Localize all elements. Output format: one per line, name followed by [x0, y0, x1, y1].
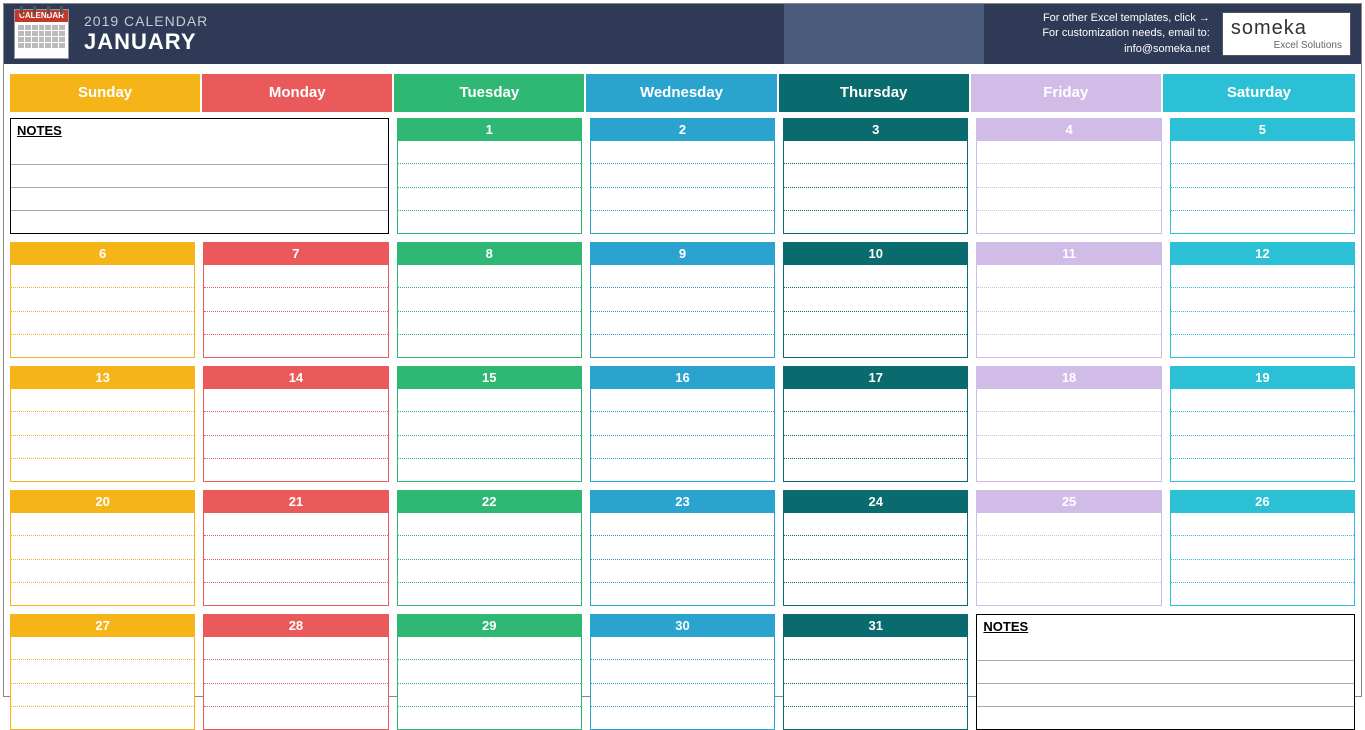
day-number: 5	[1171, 119, 1354, 141]
calendar-grid: NOTES12345678910111213141516171819202122…	[10, 118, 1355, 730]
header-titles: 2019 CALENDAR JANUARY	[84, 13, 208, 55]
day-number: 1	[398, 119, 581, 141]
calendar-month: JANUARY	[84, 29, 208, 55]
day-cell-13[interactable]: 13	[10, 366, 195, 482]
day-number: 20	[11, 491, 194, 513]
weekday-sunday: Sunday	[10, 74, 202, 112]
day-cell-22[interactable]: 22	[397, 490, 582, 606]
day-cell-7[interactable]: 7	[203, 242, 388, 358]
day-cell-30[interactable]: 30	[590, 614, 775, 730]
day-cell-12[interactable]: 12	[1170, 242, 1355, 358]
day-cell-11[interactable]: 11	[976, 242, 1161, 358]
day-number: 10	[784, 243, 967, 265]
logo-subtext: Excel Solutions	[1231, 40, 1342, 51]
day-number: 28	[204, 615, 387, 637]
header-accent	[784, 4, 984, 64]
day-cell-28[interactable]: 28	[203, 614, 388, 730]
weekday-wednesday: Wednesday	[586, 74, 778, 112]
weekday-tuesday: Tuesday	[394, 74, 586, 112]
day-cell-6[interactable]: 6	[10, 242, 195, 358]
day-number: 11	[977, 243, 1160, 265]
day-number: 13	[11, 367, 194, 389]
day-number: 12	[1171, 243, 1354, 265]
day-cell-27[interactable]: 27	[10, 614, 195, 730]
day-number: 15	[398, 367, 581, 389]
day-cell-5[interactable]: 5	[1170, 118, 1355, 234]
day-number: 21	[204, 491, 387, 513]
someka-logo[interactable]: someka Excel Solutions	[1222, 12, 1351, 56]
day-number: 8	[398, 243, 581, 265]
info-templates-link[interactable]: For other Excel templates, click →	[994, 11, 1210, 26]
day-cell-19[interactable]: 19	[1170, 366, 1355, 482]
day-number: 17	[784, 367, 967, 389]
day-number: 6	[11, 243, 194, 265]
day-cell-14[interactable]: 14	[203, 366, 388, 482]
day-number: 24	[784, 491, 967, 513]
day-cell-10[interactable]: 10	[783, 242, 968, 358]
day-number: 3	[784, 119, 967, 141]
header-left: CALENDAR 2019 CALENDAR JANUARY	[4, 4, 784, 64]
day-number: 29	[398, 615, 581, 637]
day-cell-21[interactable]: 21	[203, 490, 388, 606]
day-cell-29[interactable]: 29	[397, 614, 582, 730]
weekday-thursday: Thursday	[779, 74, 971, 112]
day-cell-16[interactable]: 16	[590, 366, 775, 482]
calendar-icon: CALENDAR	[14, 9, 69, 59]
day-number: 4	[977, 119, 1160, 141]
day-number: 22	[398, 491, 581, 513]
day-cell-2[interactable]: 2	[590, 118, 775, 234]
day-number: 25	[977, 491, 1160, 513]
day-cell-31[interactable]: 31	[783, 614, 968, 730]
header-bar: CALENDAR 2019 CALENDAR JANUARY For other…	[4, 4, 1361, 64]
day-number: 26	[1171, 491, 1354, 513]
header-right: For other Excel templates, click → For c…	[984, 4, 1361, 64]
day-cell-15[interactable]: 15	[397, 366, 582, 482]
calendar-year: 2019 CALENDAR	[84, 13, 208, 29]
day-cell-8[interactable]: 8	[397, 242, 582, 358]
day-number: 27	[11, 615, 194, 637]
notes-cell[interactable]: NOTES	[976, 614, 1355, 730]
weekday-monday: Monday	[202, 74, 394, 112]
notes-label: NOTES	[977, 615, 1354, 638]
day-number: 7	[204, 243, 387, 265]
day-number: 23	[591, 491, 774, 513]
logo-text: someka	[1231, 17, 1342, 40]
day-cell-17[interactable]: 17	[783, 366, 968, 482]
weekday-header-row: Sunday Monday Tuesday Wednesday Thursday…	[10, 74, 1355, 112]
info-email[interactable]: For customization needs, email to: info@…	[994, 26, 1210, 57]
day-number: 2	[591, 119, 774, 141]
day-number: 30	[591, 615, 774, 637]
notes-cell[interactable]: NOTES	[10, 118, 389, 234]
day-number: 16	[591, 367, 774, 389]
day-number: 18	[977, 367, 1160, 389]
day-cell-26[interactable]: 26	[1170, 490, 1355, 606]
day-number: 14	[204, 367, 387, 389]
day-number: 19	[1171, 367, 1354, 389]
day-cell-18[interactable]: 18	[976, 366, 1161, 482]
day-cell-24[interactable]: 24	[783, 490, 968, 606]
day-cell-3[interactable]: 3	[783, 118, 968, 234]
notes-label: NOTES	[11, 119, 388, 142]
day-cell-1[interactable]: 1	[397, 118, 582, 234]
day-number: 9	[591, 243, 774, 265]
day-cell-25[interactable]: 25	[976, 490, 1161, 606]
weekday-saturday: Saturday	[1163, 74, 1355, 112]
day-cell-23[interactable]: 23	[590, 490, 775, 606]
day-cell-20[interactable]: 20	[10, 490, 195, 606]
day-number: 31	[784, 615, 967, 637]
day-cell-4[interactable]: 4	[976, 118, 1161, 234]
day-cell-9[interactable]: 9	[590, 242, 775, 358]
header-info: For other Excel templates, click → For c…	[994, 11, 1210, 57]
weekday-friday: Friday	[971, 74, 1163, 112]
